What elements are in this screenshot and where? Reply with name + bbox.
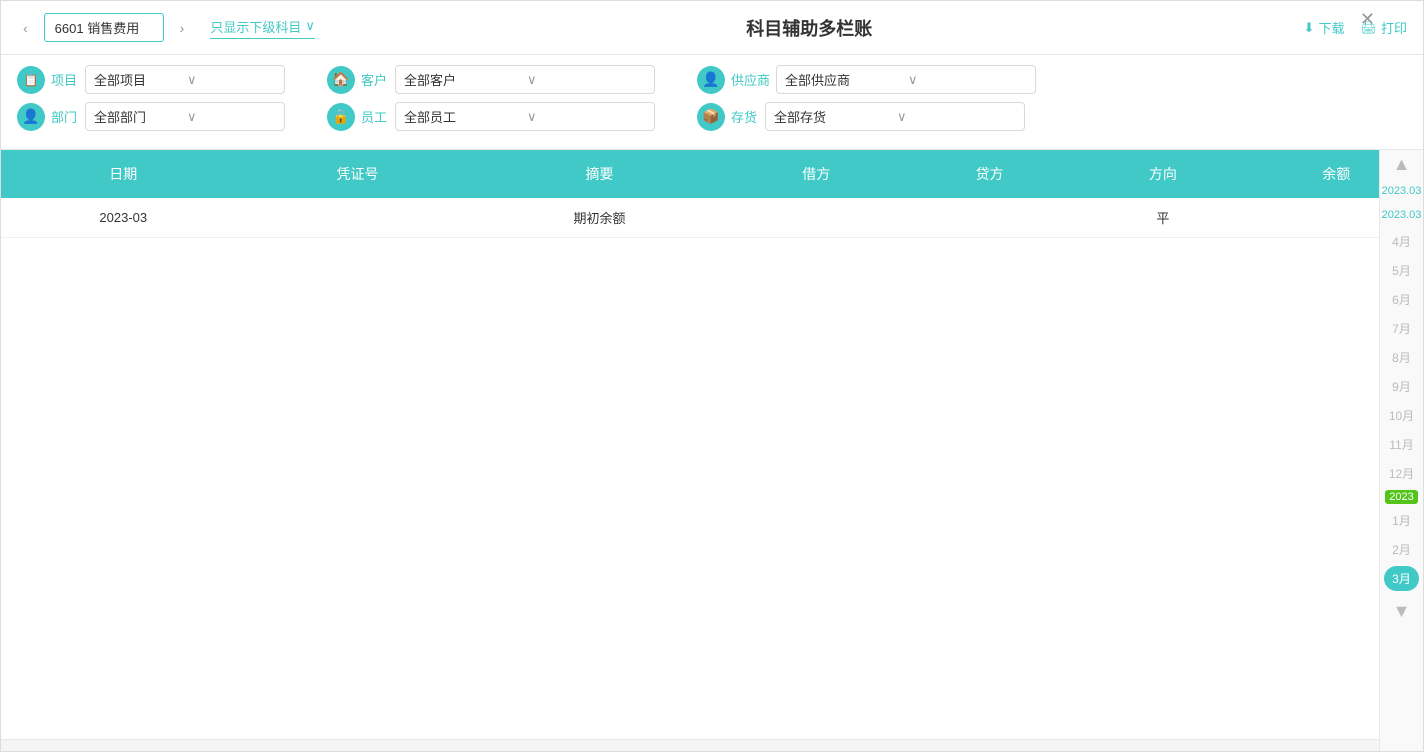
sidebar-month-3-active[interactable]: 3月: [1384, 566, 1419, 591]
filter-inventory: 📦 存货 全部存货 ∨: [697, 102, 1025, 131]
cell-debit: [730, 198, 903, 238]
main-window: ✕ ‹ 6601 销售费用 › 只显示下级科目 ∨ 科目辅助多栏账 ⬇ 下载 🖨…: [0, 0, 1424, 752]
customer-select[interactable]: 全部客户 ∨: [395, 65, 655, 94]
supplier-icon: 👤: [697, 66, 725, 94]
filter-row-1: 📋 项目 全部项目 ∨ 🏠 客户 全部客户 ∨ 👤 供应商 全部供应: [17, 65, 1407, 94]
page-title: 科目辅助多栏账: [325, 15, 1294, 41]
employee-label: 员工: [361, 107, 389, 126]
department-icon: 👤: [17, 103, 45, 131]
inventory-value: 全部存货: [774, 107, 893, 126]
filter-area: 📋 项目 全部项目 ∨ 🏠 客户 全部客户 ∨ 👤 供应商 全部供应: [1, 55, 1423, 150]
sidebar-month-6[interactable]: 6月: [1380, 285, 1423, 314]
department-label: 部门: [51, 107, 79, 126]
inventory-arrow-icon: ∨: [897, 109, 1016, 125]
sidebar-month-9[interactable]: 9月: [1380, 372, 1423, 401]
account-code-display: 6601 销售费用: [44, 13, 164, 42]
col-debit: 借方: [730, 150, 903, 198]
sidebar-down-button[interactable]: ▼: [1389, 597, 1415, 626]
inventory-label: 存货: [731, 107, 759, 126]
department-value: 全部部门: [94, 107, 183, 126]
cell-voucher: [246, 198, 470, 238]
inventory-select[interactable]: 全部存货 ∨: [765, 102, 1025, 131]
sidebar-month-2023-03-b[interactable]: 2023.03: [1380, 203, 1423, 227]
table-header-row: 日期 凭证号 摘要 借方 贷方 方向 余额: [1, 150, 1423, 198]
employee-select[interactable]: 全部员工 ∨: [395, 102, 655, 131]
download-icon: ⬇: [1304, 20, 1315, 36]
col-direction: 方向: [1076, 150, 1249, 198]
download-label: 下载: [1318, 18, 1344, 37]
show-sub-toggle[interactable]: 只显示下级科目 ∨: [210, 17, 315, 39]
project-select[interactable]: 全部项目 ∨: [85, 65, 285, 94]
sidebar-month-1[interactable]: 1月: [1380, 506, 1423, 535]
toolbar-right: ⬇ 下载 🖨 打印: [1304, 18, 1407, 37]
filter-department: 👤 部门 全部部门 ∨: [17, 102, 285, 131]
prev-account-button[interactable]: ‹: [17, 18, 34, 38]
supplier-select[interactable]: 全部供应商 ∨: [776, 65, 1036, 94]
header-bar: ‹ 6601 销售费用 › 只显示下级科目 ∨ 科目辅助多栏账 ⬇ 下载 🖨 打…: [1, 1, 1423, 55]
download-button[interactable]: ⬇ 下载: [1304, 18, 1345, 37]
supplier-arrow-icon: ∨: [908, 72, 1027, 88]
sidebar-month-2[interactable]: 2月: [1380, 535, 1423, 564]
sidebar-month-5[interactable]: 5月: [1380, 256, 1423, 285]
sidebar-month-4[interactable]: 4月: [1380, 227, 1423, 256]
sidebar-month-8[interactable]: 8月: [1380, 343, 1423, 372]
cell-summary: 期初余额: [469, 198, 729, 238]
sidebar-month-7[interactable]: 7月: [1380, 314, 1423, 343]
show-sub-arrow-icon: ∨: [305, 18, 315, 34]
project-label: 项目: [51, 70, 79, 89]
data-table: 日期 凭证号 摘要 借方 贷方 方向 余额 2023-03 期初余额: [1, 150, 1423, 238]
project-value: 全部项目: [94, 70, 183, 89]
department-arrow-icon: ∨: [187, 109, 276, 125]
filter-project: 📋 项目 全部项目 ∨: [17, 65, 285, 94]
col-summary: 摘要: [469, 150, 729, 198]
customer-label: 客户: [361, 70, 389, 89]
employee-value: 全部员工: [404, 107, 523, 126]
inventory-icon: 📦: [697, 103, 725, 131]
bottom-scrollbar[interactable]: [1, 739, 1379, 751]
print-label: 打印: [1381, 18, 1407, 37]
cell-direction: 平: [1076, 198, 1249, 238]
table-row: 2023-03 期初余额 平: [1, 198, 1423, 238]
col-voucher: 凭证号: [246, 150, 470, 198]
project-icon: 📋: [17, 66, 45, 94]
filter-employee: 🔒 员工 全部员工 ∨: [327, 102, 655, 131]
col-credit: 贷方: [903, 150, 1076, 198]
sidebar-month-11[interactable]: 11月: [1380, 430, 1423, 459]
next-account-button[interactable]: ›: [174, 18, 191, 38]
employee-icon: 🔒: [327, 103, 355, 131]
customer-icon: 🏠: [327, 66, 355, 94]
supplier-value: 全部供应商: [785, 70, 904, 89]
employee-arrow-icon: ∨: [527, 109, 646, 125]
cell-credit: [903, 198, 1076, 238]
sidebar-up-button[interactable]: ▲: [1389, 150, 1415, 179]
show-sub-label: 只显示下级科目: [210, 17, 301, 36]
customer-value: 全部客户: [404, 70, 523, 89]
filter-row-2: 👤 部门 全部部门 ∨ 🔒 员工 全部员工 ∨ 📦 存货 全部存货: [17, 102, 1407, 131]
filter-supplier: 👤 供应商 全部供应商 ∨: [697, 65, 1036, 94]
year-badge: 2023: [1385, 490, 1417, 504]
close-button[interactable]: ✕: [1360, 9, 1375, 30]
department-select[interactable]: 全部部门 ∨: [85, 102, 285, 131]
sidebar-month-12[interactable]: 12月: [1380, 459, 1423, 488]
filter-customer: 🏠 客户 全部客户 ∨: [327, 65, 655, 94]
sidebar-month-10[interactable]: 10月: [1380, 401, 1423, 430]
sidebar-month-2023-03-top[interactable]: 2023.03: [1380, 179, 1423, 203]
cell-date: 2023-03: [1, 198, 246, 238]
table-container: 日期 凭证号 摘要 借方 贷方 方向 余额 2023-03 期初余额: [1, 150, 1423, 722]
right-sidebar: ▲ 2023.03 2023.03 4月 5月 6月 7月 8月 9月 10月 …: [1379, 150, 1423, 752]
col-date: 日期: [1, 150, 246, 198]
customer-arrow-icon: ∨: [527, 72, 646, 88]
supplier-label: 供应商: [731, 70, 770, 89]
project-arrow-icon: ∨: [187, 72, 276, 88]
